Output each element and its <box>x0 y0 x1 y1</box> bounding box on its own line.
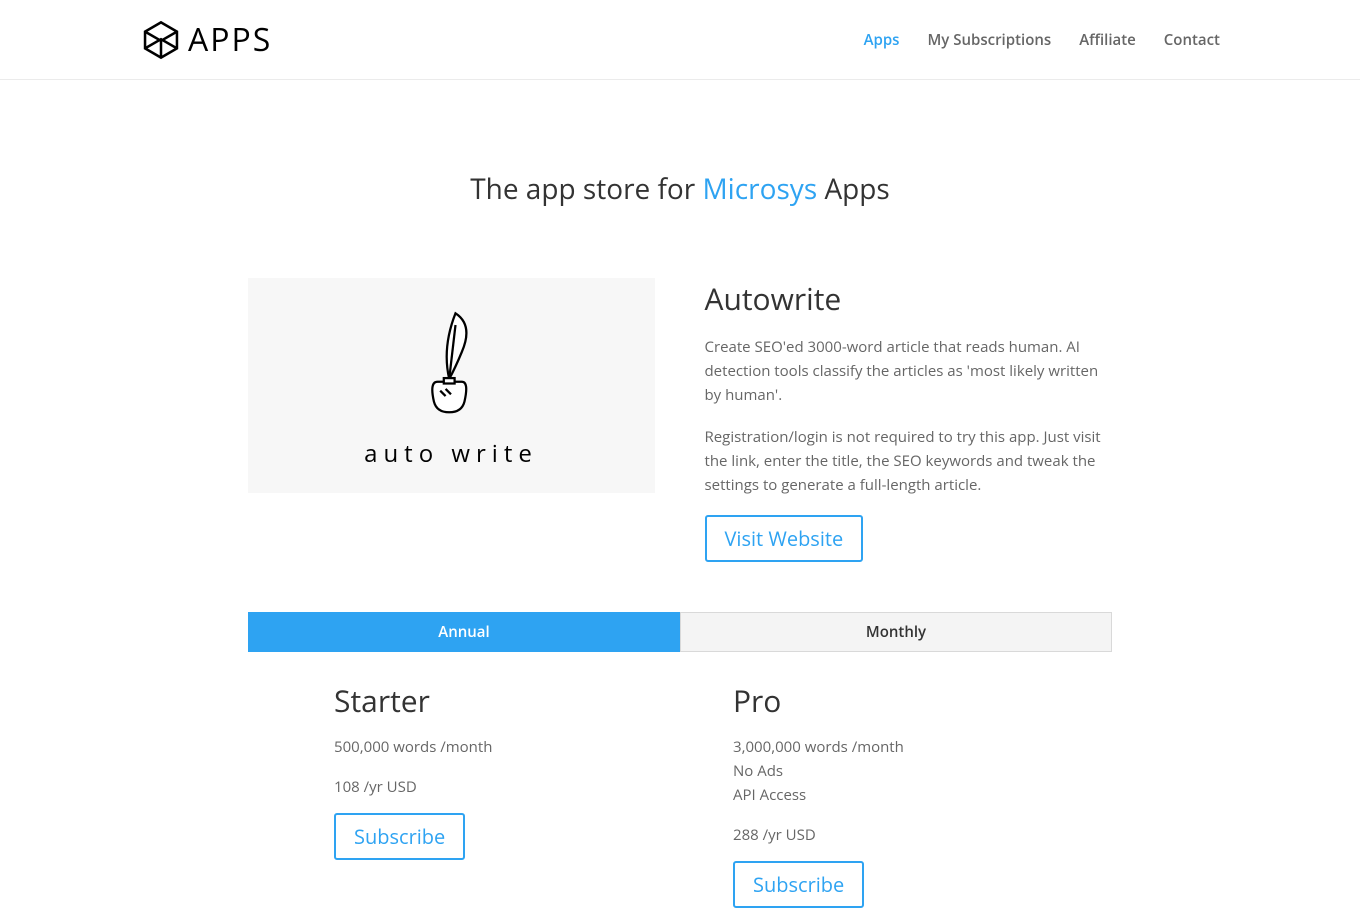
product-section: auto write Autowrite Create SEO'ed 3000-… <box>248 278 1113 562</box>
nav-subscriptions[interactable]: My Subscriptions <box>927 30 1051 50</box>
plan-pro-name: Pro <box>733 680 1112 721</box>
plan-pro-feature-2: No Ads <box>733 759 1112 783</box>
product-desc-2: Registration/login is not required to tr… <box>705 425 1113 497</box>
plan-starter-feature: 500,000 words /month <box>334 735 713 759</box>
subscribe-starter-button[interactable]: Subscribe <box>334 813 465 860</box>
product-info: Autowrite Create SEO'ed 3000-word articl… <box>705 278 1113 562</box>
plan-pro-feature-3: API Access <box>733 783 1112 807</box>
tab-monthly[interactable]: Monthly <box>680 612 1112 652</box>
page-tagline: The app store for Microsys Apps <box>0 170 1360 208</box>
plan-pro: Pro 3,000,000 words /month No Ads API Ac… <box>713 680 1112 908</box>
tagline-suffix: Apps <box>817 170 890 208</box>
logo-text: APPS <box>188 18 272 61</box>
plan-starter-name: Starter <box>334 680 713 721</box>
plan-starter: Starter 500,000 words /month 108 /yr USD… <box>248 680 713 908</box>
product-desc-1: Create SEO'ed 3000-word article that rea… <box>705 335 1113 407</box>
tagline-prefix: The app store for <box>470 170 702 208</box>
tab-annual[interactable]: Annual <box>248 612 680 652</box>
product-title: Autowrite <box>705 278 1113 319</box>
visit-website-button[interactable]: Visit Website <box>705 515 864 562</box>
plan-pro-feature-1: 3,000,000 words /month <box>733 735 1112 759</box>
logo[interactable]: APPS <box>140 18 272 61</box>
pricing-tabs: Annual Monthly <box>248 612 1112 652</box>
plan-pro-price: 288 /yr USD <box>733 825 1112 845</box>
nav-apps[interactable]: Apps <box>864 30 900 50</box>
main-nav: Apps My Subscriptions Affiliate Contact <box>864 30 1220 50</box>
product-image: auto write <box>248 278 655 493</box>
header: APPS Apps My Subscriptions Affiliate Con… <box>0 0 1360 80</box>
subscribe-pro-button[interactable]: Subscribe <box>733 861 864 908</box>
product-image-text: auto write <box>364 437 538 470</box>
logo-icon <box>140 19 182 61</box>
nav-affiliate[interactable]: Affiliate <box>1079 30 1136 50</box>
plan-starter-price: 108 /yr USD <box>334 777 713 797</box>
quill-icon <box>406 301 496 421</box>
nav-contact[interactable]: Contact <box>1164 30 1220 50</box>
tagline-link[interactable]: Microsys <box>703 170 818 208</box>
pricing-plans: Starter 500,000 words /month 108 /yr USD… <box>248 680 1112 908</box>
